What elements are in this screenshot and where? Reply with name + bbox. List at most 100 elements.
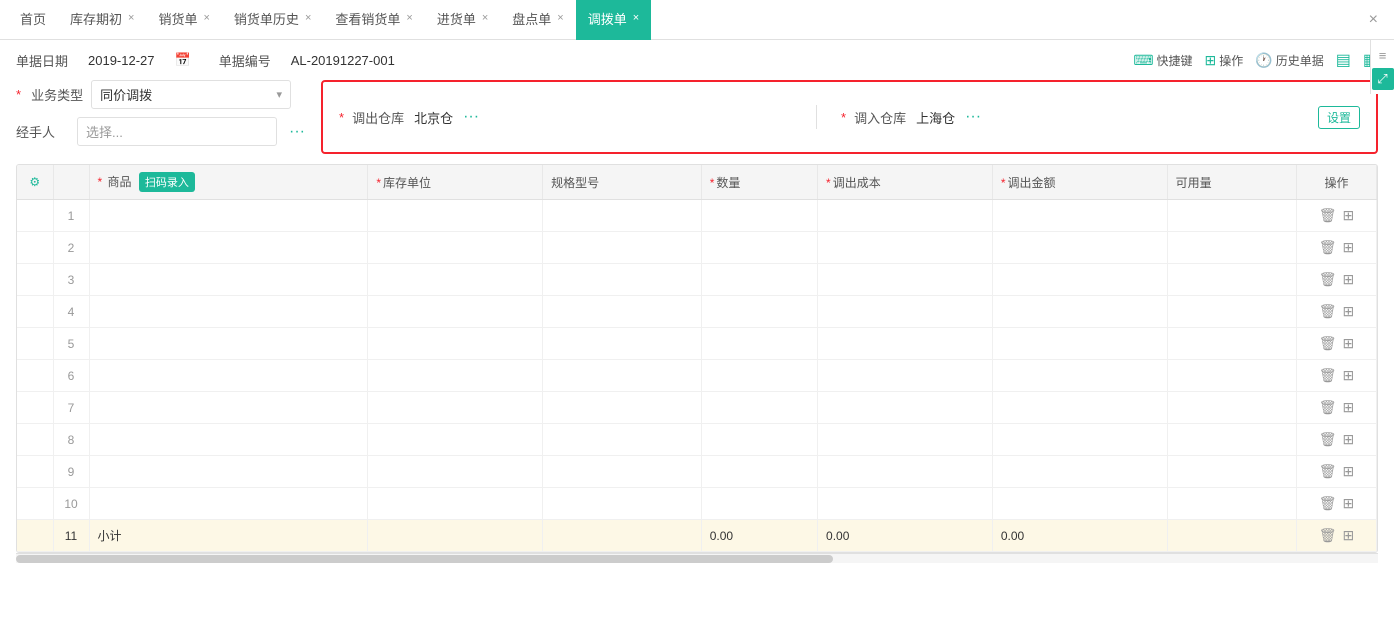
setting-button[interactable]: 设置 bbox=[1318, 106, 1360, 129]
row-qty-cell[interactable] bbox=[701, 488, 817, 520]
copy-icon[interactable]: ⊞ bbox=[1343, 431, 1355, 448]
copy-icon[interactable]: ⊞ bbox=[1343, 207, 1355, 224]
row-amount-cell[interactable] bbox=[992, 200, 1167, 232]
row-cost-cell[interactable] bbox=[818, 360, 993, 392]
row-amount-cell[interactable] bbox=[992, 328, 1167, 360]
delete-icon[interactable]: 🗑 bbox=[1319, 271, 1337, 288]
row-amount-cell[interactable] bbox=[992, 424, 1167, 456]
table-row: 5 🗑 ⊞ bbox=[17, 328, 1377, 360]
tab-close-inventory-count[interactable]: × bbox=[557, 13, 563, 24]
shortcut-button[interactable]: ⌨ 快捷键 bbox=[1133, 52, 1192, 69]
row-amount-cell[interactable] bbox=[992, 360, 1167, 392]
copy-icon[interactable]: ⊞ bbox=[1343, 495, 1355, 512]
copy-icon[interactable]: ⊞ bbox=[1343, 367, 1355, 384]
calendar-icon[interactable]: 📅 bbox=[175, 52, 191, 68]
tab-close-sales-history[interactable]: × bbox=[305, 13, 311, 24]
handler-input[interactable]: 选择... bbox=[77, 117, 277, 146]
tab-close-transfer-order[interactable]: × bbox=[633, 13, 639, 24]
row-product-cell[interactable] bbox=[89, 456, 368, 488]
tab-transfer-order[interactable]: 调拨单 × bbox=[576, 0, 651, 40]
sidebar-expand-icon[interactable]: ⤢ bbox=[1372, 68, 1394, 90]
delete-icon[interactable]: 🗑 bbox=[1319, 463, 1337, 480]
row-cost-cell[interactable] bbox=[818, 392, 993, 424]
delete-icon[interactable]: 🗑 bbox=[1319, 495, 1337, 512]
out-warehouse-more-button[interactable]: ··· bbox=[463, 108, 479, 126]
tab-sales-order[interactable]: 销货单 × bbox=[146, 0, 221, 40]
tab-close-inventory-init[interactable]: × bbox=[128, 13, 134, 24]
row-cost-cell[interactable] bbox=[818, 424, 993, 456]
delete-icon[interactable]: 🗑 bbox=[1319, 239, 1337, 256]
row-product-cell[interactable] bbox=[89, 360, 368, 392]
row-cost-cell[interactable] bbox=[818, 296, 993, 328]
delete-icon[interactable]: 🗑 bbox=[1319, 207, 1337, 224]
delete-icon[interactable]: 🗑 bbox=[1319, 527, 1337, 544]
copy-icon[interactable]: ⊞ bbox=[1343, 399, 1355, 416]
tab-home[interactable]: 首页 bbox=[8, 0, 58, 40]
row-amount-cell[interactable] bbox=[992, 232, 1167, 264]
copy-icon[interactable]: ⊞ bbox=[1343, 463, 1355, 480]
row-product-cell[interactable] bbox=[89, 392, 368, 424]
row-product-cell[interactable] bbox=[89, 328, 368, 360]
row-qty-cell[interactable] bbox=[701, 232, 817, 264]
delete-icon[interactable]: 🗑 bbox=[1319, 303, 1337, 320]
row-qty-cell[interactable] bbox=[701, 264, 817, 296]
history-icon: 🕐 bbox=[1255, 52, 1272, 69]
row-amount-cell[interactable] bbox=[992, 488, 1167, 520]
row-spec-cell bbox=[543, 456, 702, 488]
tab-purchase-order[interactable]: 进货单 × bbox=[425, 0, 500, 40]
delete-icon[interactable]: 🗑 bbox=[1319, 431, 1337, 448]
tab-sales-history[interactable]: 销货单历史 × bbox=[222, 0, 323, 40]
delete-icon[interactable]: 🗑 bbox=[1319, 335, 1337, 352]
row-amount-cell[interactable] bbox=[992, 392, 1167, 424]
tab-close-sales-order[interactable]: × bbox=[203, 13, 209, 24]
layout-toggle-1[interactable]: ▤ bbox=[1336, 50, 1351, 70]
row-amount-cell[interactable] bbox=[992, 456, 1167, 488]
row-cost-cell[interactable] bbox=[818, 328, 993, 360]
tab-inventory-init[interactable]: 库存期初 × bbox=[58, 0, 146, 40]
tab-close-view-sales[interactable]: × bbox=[406, 13, 412, 24]
row-available-cell bbox=[1167, 296, 1296, 328]
tab-close-purchase-order[interactable]: × bbox=[482, 13, 488, 24]
row-amount-cell[interactable] bbox=[992, 296, 1167, 328]
operation-button[interactable]: ⊞ 操作 bbox=[1205, 52, 1244, 69]
copy-icon[interactable]: ⊞ bbox=[1343, 527, 1355, 544]
row-qty-cell[interactable] bbox=[701, 424, 817, 456]
row-cost-cell[interactable] bbox=[818, 232, 993, 264]
in-warehouse-more-button[interactable]: ··· bbox=[965, 108, 981, 126]
copy-icon[interactable]: ⊞ bbox=[1343, 335, 1355, 352]
row-product-cell[interactable] bbox=[89, 200, 368, 232]
row-qty-cell[interactable] bbox=[701, 328, 817, 360]
row-amount-cell[interactable] bbox=[992, 264, 1167, 296]
row-product-cell[interactable] bbox=[89, 488, 368, 520]
delete-icon[interactable]: 🗑 bbox=[1319, 399, 1337, 416]
row-product-cell[interactable] bbox=[89, 296, 368, 328]
col-available: 可用量 bbox=[1167, 165, 1296, 200]
scan-button[interactable]: 扫码录入 bbox=[139, 172, 195, 192]
row-qty-cell[interactable] bbox=[701, 296, 817, 328]
scrollbar-thumb[interactable] bbox=[16, 555, 833, 563]
copy-icon[interactable]: ⊞ bbox=[1343, 303, 1355, 320]
row-cost-cell[interactable] bbox=[818, 456, 993, 488]
row-qty-cell[interactable] bbox=[701, 392, 817, 424]
row-cost-cell[interactable] bbox=[818, 200, 993, 232]
row-qty-cell[interactable] bbox=[701, 200, 817, 232]
row-qty-cell[interactable] bbox=[701, 360, 817, 392]
row-cost-cell[interactable] bbox=[818, 488, 993, 520]
copy-icon[interactable]: ⊞ bbox=[1343, 271, 1355, 288]
row-qty-cell[interactable] bbox=[701, 456, 817, 488]
row-product-cell[interactable] bbox=[89, 264, 368, 296]
handler-more-button[interactable]: ··· bbox=[289, 123, 305, 141]
history-button[interactable]: 🕐 历史单据 bbox=[1255, 52, 1323, 69]
tab-view-sales[interactable]: 查看销货单 × bbox=[323, 0, 424, 40]
row-cost-cell[interactable] bbox=[818, 264, 993, 296]
row-product-cell[interactable] bbox=[89, 424, 368, 456]
delete-icon[interactable]: 🗑 bbox=[1319, 367, 1337, 384]
horizontal-scrollbar[interactable] bbox=[16, 553, 1378, 563]
row-product-cell[interactable] bbox=[89, 232, 368, 264]
close-all-tabs[interactable]: × bbox=[1361, 11, 1386, 29]
tab-inventory-count[interactable]: 盘点单 × bbox=[500, 0, 575, 40]
business-type-select[interactable]: 同价调拨 ▾ bbox=[91, 80, 291, 109]
copy-icon[interactable]: ⊞ bbox=[1343, 239, 1355, 256]
col-gear[interactable]: ⚙ bbox=[17, 165, 53, 200]
sidebar-notes-icon[interactable]: ≡ bbox=[1372, 44, 1394, 66]
